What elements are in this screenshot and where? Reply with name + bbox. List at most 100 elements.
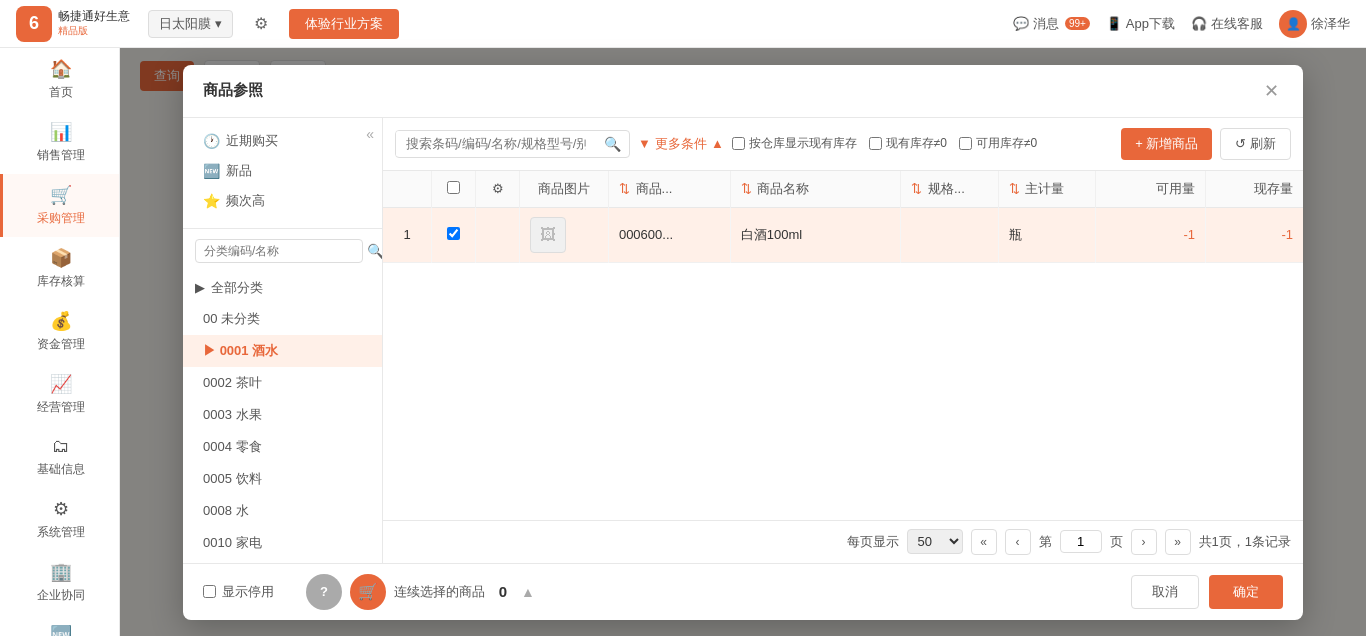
refresh-button[interactable]: ↺ 刷新 [1220, 128, 1291, 160]
category-0002[interactable]: 0002 茶叶 [183, 367, 382, 399]
checkbox-warehouse[interactable] [732, 137, 745, 150]
product-search-input[interactable] [396, 131, 596, 156]
add-product-button[interactable]: + 新增商品 [1121, 128, 1212, 160]
show-disabled-label[interactable]: 显示停用 [203, 583, 274, 601]
sidebar-item-enterprise[interactable]: 🏢 企业协同 [0, 551, 119, 614]
modal-footer: 显示停用 ? 🛒 连续选择的商品 0 ▲ 取消 确定 [183, 563, 1303, 620]
category-all[interactable]: ▶ 全部分类 [183, 273, 382, 303]
settings-icon[interactable]: ⚙ [245, 8, 277, 40]
sidebar-item-system[interactable]: ⚙ 系统管理 [0, 488, 119, 551]
selected-text: 连续选择的商品 [394, 583, 485, 601]
user-area[interactable]: 👤 徐泽华 [1279, 10, 1350, 38]
sort-icon-unit: ⇅ [1009, 181, 1020, 196]
sidebar-collapse-button[interactable]: « [366, 126, 374, 142]
category-0005[interactable]: 0005 饮料 [183, 463, 382, 495]
messages-btn[interactable]: 💬 消息 99+ [1013, 15, 1090, 33]
category-search-input[interactable] [195, 239, 363, 263]
checkbox-warehouse-label[interactable]: 按仓库显示现有库存 [732, 135, 857, 152]
category-0008[interactable]: 0008 水 [183, 495, 382, 527]
filter-button[interactable]: ▼ 更多条件 ▲ [638, 135, 724, 153]
footer-right: 取消 确定 [1131, 575, 1283, 609]
row-checkbox[interactable] [447, 227, 460, 240]
collapse-button[interactable]: ▲ [521, 584, 535, 600]
category-0010[interactable]: 0010 家电 [183, 527, 382, 559]
cell-settings [476, 207, 520, 262]
product-search-button[interactable]: 🔍 [596, 131, 629, 157]
sidebar-label-home: 首页 [49, 84, 73, 101]
cell-check[interactable] [432, 207, 476, 262]
category-00[interactable]: 00 未分类 [183, 303, 382, 335]
home-icon: 🏠 [50, 58, 72, 80]
th-name[interactable]: ⇅ 商品名称 [730, 171, 901, 208]
checkbox-stock[interactable] [869, 137, 882, 150]
headset-icon: 🎧 [1191, 16, 1207, 31]
th-spec[interactable]: ⇅ 规格... [901, 171, 998, 208]
sidebar-item-basic[interactable]: 🗂 基础信息 [0, 426, 119, 488]
sidebar-item-home[interactable]: 🏠 首页 [0, 48, 119, 111]
messages-label: 消息 [1033, 15, 1059, 33]
cell-num: 1 [383, 207, 432, 262]
help-icon[interactable]: ? [306, 574, 342, 610]
first-page-button[interactable]: « [971, 529, 997, 555]
cell-stock: -1 [1205, 207, 1303, 262]
service-label: 在线客服 [1211, 15, 1263, 33]
show-disabled-checkbox[interactable] [203, 585, 216, 598]
logo-sub: 精品版 [58, 24, 130, 38]
basic-icon: 🗂 [52, 436, 70, 457]
modal-close-button[interactable]: ✕ [1259, 79, 1283, 103]
per-page-select[interactable]: 50 10 20 100 [907, 529, 963, 554]
quick-item-new[interactable]: 🆕 新品 [195, 156, 370, 186]
cancel-button[interactable]: 取消 [1131, 575, 1199, 609]
quick-item-recent-label: 近期购买 [226, 132, 278, 150]
th-unit[interactable]: ⇅ 主计量 [998, 171, 1095, 208]
show-disabled-text: 显示停用 [222, 583, 274, 601]
new-icon: 🆕 [203, 163, 220, 179]
category-0001[interactable]: ▶ 0001 酒水 [183, 335, 382, 367]
per-page-label: 每页显示 [847, 533, 899, 551]
page-input[interactable] [1060, 530, 1102, 553]
quick-item-recent[interactable]: 🕐 近期购买 [195, 126, 370, 156]
checkbox-stock-label[interactable]: 现有库存≠0 [869, 135, 947, 152]
avatar: 👤 [1279, 10, 1307, 38]
selected-count: 0 [493, 583, 513, 600]
page-label: 第 [1039, 533, 1052, 551]
inventory-icon: 📦 [50, 247, 72, 269]
th-stock: 现存量 [1205, 171, 1303, 208]
total-info: 共1页，1条记录 [1199, 533, 1291, 551]
last-page-button[interactable]: » [1165, 529, 1191, 555]
category-0003[interactable]: 0003 水果 [183, 399, 382, 431]
checkbox-warehouse-text: 按仓库显示现有库存 [749, 135, 857, 152]
th-settings[interactable]: ⚙ [476, 171, 520, 208]
sidebar-item-sales[interactable]: 📊 销售管理 [0, 111, 119, 174]
th-code[interactable]: ⇅ 商品... [608, 171, 730, 208]
topbar-right: 💬 消息 99+ 📱 App下载 🎧 在线客服 👤 徐泽华 [1013, 10, 1350, 38]
sales-icon: 📊 [50, 121, 72, 143]
service-btn[interactable]: 🎧 在线客服 [1191, 15, 1263, 33]
sidebar-item-operation[interactable]: 📈 经营管理 [0, 363, 119, 426]
checkbox-avail-label[interactable]: 可用库存≠0 [959, 135, 1037, 152]
sidebar-label-finance: 资金管理 [37, 336, 85, 353]
category-0004[interactable]: 0004 零食 [183, 431, 382, 463]
table-row[interactable]: 1 🖼 000600... [383, 207, 1303, 262]
sidebar-item-inventory[interactable]: 📦 库存核算 [0, 237, 119, 300]
trial-button[interactable]: 体验行业方案 [289, 9, 399, 39]
quick-item-frequent[interactable]: ⭐ 频次高 [195, 186, 370, 216]
confirm-button[interactable]: 确定 [1209, 575, 1283, 609]
th-check [432, 171, 476, 208]
cart-button[interactable]: 🛒 [350, 574, 386, 610]
category-search-button[interactable]: 🔍 [367, 243, 383, 259]
prev-page-button[interactable]: ‹ [1005, 529, 1031, 555]
checkbox-avail[interactable] [959, 137, 972, 150]
sidebar-item-guide[interactable]: 🆕 新手引导 [0, 614, 119, 636]
topbar: 6 畅捷通好生意 精品版 日太阳膜 ▾ ⚙ 体验行业方案 💬 消息 99+ 📱 … [0, 0, 1366, 48]
app-download-btn[interactable]: 📱 App下载 [1106, 15, 1175, 33]
product-modal: 商品参照 ✕ « 🕐 近期购买 🆕 [183, 65, 1303, 620]
recent-icon: 🕐 [203, 133, 220, 149]
sidebar-item-finance[interactable]: 💰 资金管理 [0, 300, 119, 363]
sidebar-item-purchase[interactable]: 🛒 采购管理 [0, 174, 119, 237]
next-page-button[interactable]: › [1131, 529, 1157, 555]
operation-icon: 📈 [50, 373, 72, 395]
select-all-checkbox[interactable] [447, 181, 460, 194]
store-selector[interactable]: 日太阳膜 ▾ [148, 10, 233, 38]
sidebar-label-sales: 销售管理 [37, 147, 85, 164]
